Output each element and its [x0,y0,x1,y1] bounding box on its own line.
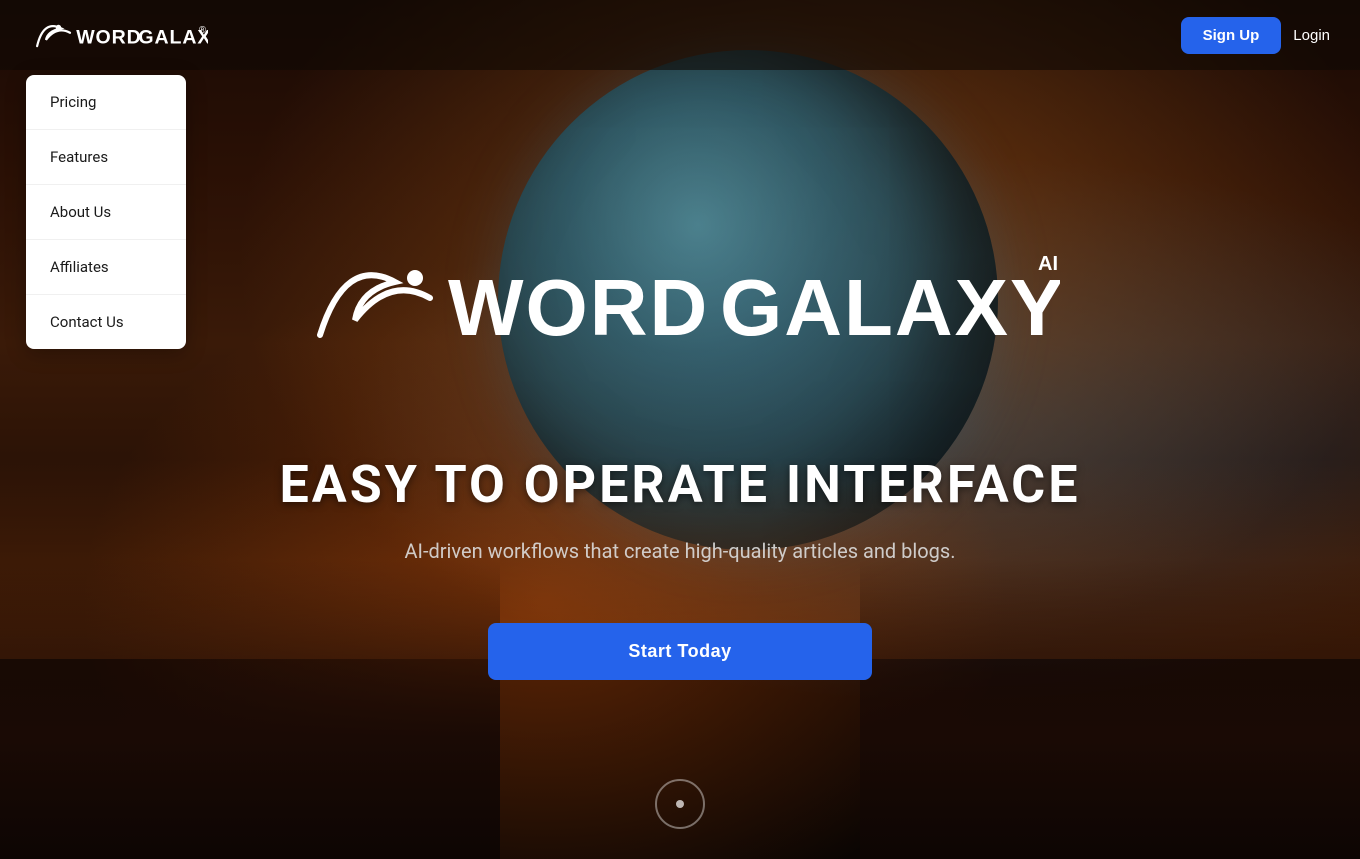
login-button[interactable]: Login [1293,27,1330,44]
menu-item-features[interactable]: Features [26,130,186,185]
svg-text:GALAXY: GALAXY [720,263,1060,352]
navbar: WORD GALAXY ® Sign Up Login [0,0,1360,70]
logo[interactable]: WORD GALAXY ® [30,15,208,55]
svg-text:GALAXY: GALAXY [138,26,207,48]
svg-text:WORD: WORD [76,26,141,48]
scroll-indicator[interactable] [655,779,705,829]
svg-text:®: ® [199,25,207,36]
hero-subtitle: AI-driven workflows that create high-qua… [404,539,955,563]
svg-text:WORD: WORD [448,263,709,352]
signup-button[interactable]: Sign Up [1181,17,1282,54]
svg-text:AI: AI [1038,253,1058,275]
hero-logo: WORD GALAXY AI [300,240,1060,374]
menu-item-about[interactable]: About Us [26,185,186,240]
dropdown-menu: Pricing Features About Us Affiliates Con… [26,75,186,349]
scroll-dot [676,800,684,808]
start-today-button[interactable]: Start Today [488,623,871,680]
menu-item-contact[interactable]: Contact Us [26,295,186,349]
menu-item-pricing[interactable]: Pricing [26,75,186,130]
hero-content: WORD GALAXY AI EASY TO OPERATE INTERFACE… [0,0,1360,859]
nav-buttons: Sign Up Login [1181,17,1330,54]
hero-title: EASY TO OPERATE INTERFACE [280,454,1081,515]
menu-item-affiliates[interactable]: Affiliates [26,240,186,295]
